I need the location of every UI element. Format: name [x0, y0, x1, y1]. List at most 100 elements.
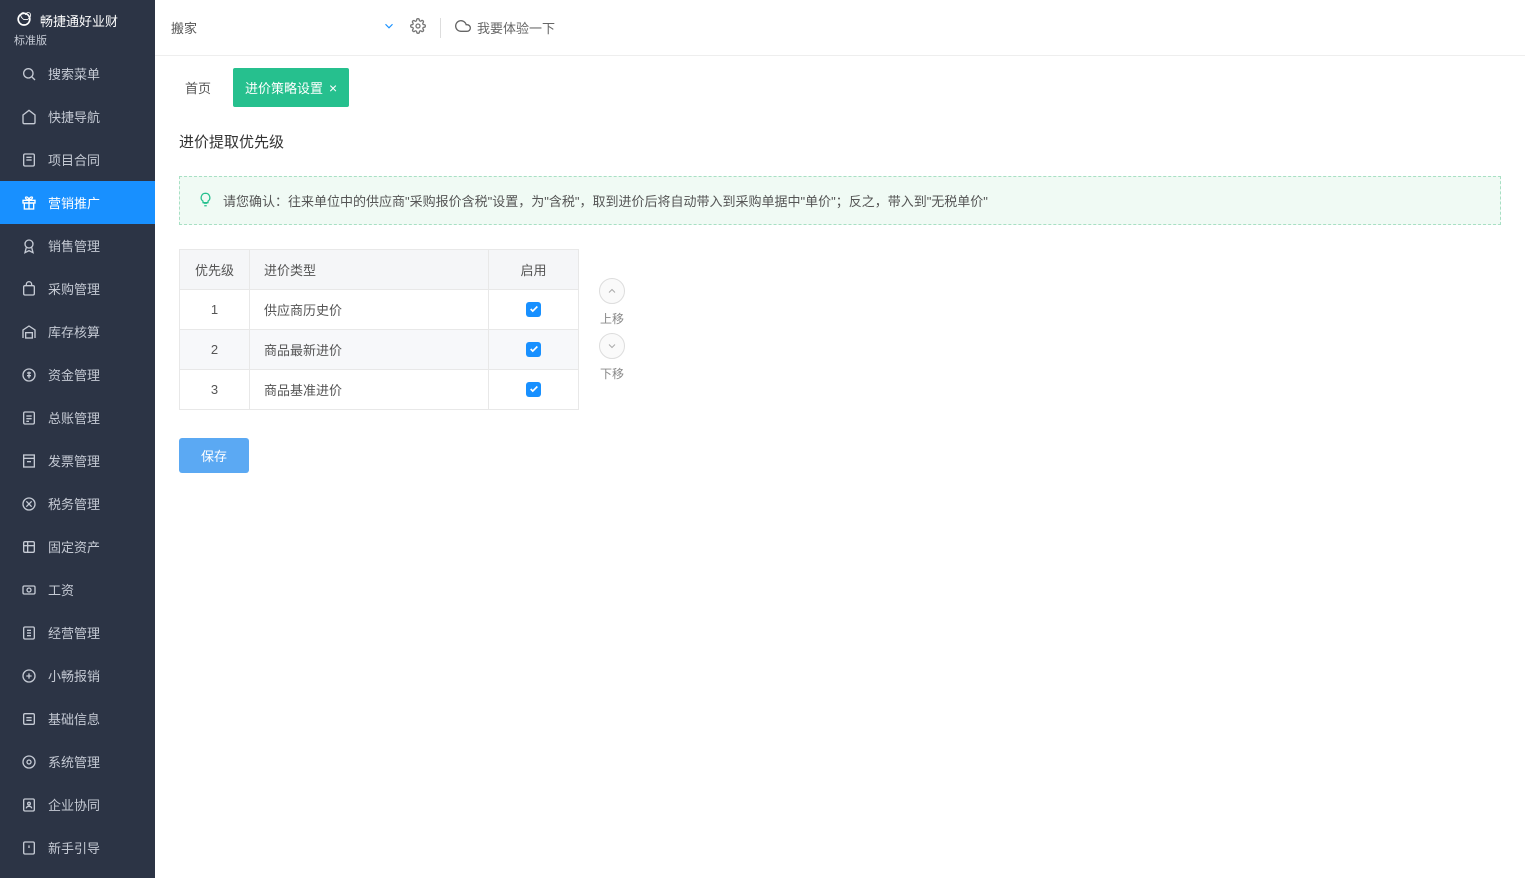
sidebar-item-label: 搜索菜单	[48, 64, 100, 83]
brand-logo-icon	[14, 10, 34, 30]
collab-icon	[20, 796, 38, 814]
sidebar-item-6[interactable]: 库存核算	[0, 310, 155, 353]
table-row[interactable]: 3商品基准进价	[180, 370, 579, 410]
sidebar-item-16[interactable]: 系统管理	[0, 740, 155, 783]
sidebar-item-10[interactable]: 税务管理	[0, 482, 155, 525]
cell-priority: 3	[180, 370, 250, 410]
sidebar-item-8[interactable]: 总账管理	[0, 396, 155, 439]
main-area: 搬家 我要体验一下 首页 进价策略设置 × 进价提取优先级	[155, 0, 1525, 878]
sidebar-item-label: 项目合同	[48, 150, 100, 169]
sidebar-item-label: 工资	[48, 580, 74, 599]
sidebar-item-label: 资金管理	[48, 365, 100, 384]
move-controls: 上移 下移	[599, 278, 625, 382]
sidebar-item-label: 营销推广	[48, 193, 100, 212]
cloud-icon	[455, 18, 471, 37]
tab-label: 进价策略设置	[245, 78, 323, 97]
sidebar-item-1[interactable]: 快捷导航	[0, 95, 155, 138]
asset-icon	[20, 538, 38, 556]
settings-icon[interactable]	[410, 18, 426, 37]
cell-type: 商品最新进价	[250, 330, 489, 370]
topbar: 搬家 我要体验一下	[155, 0, 1525, 56]
money-icon	[20, 366, 38, 384]
table-row[interactable]: 1供应商历史价	[180, 290, 579, 330]
sidebar-item-7[interactable]: 资金管理	[0, 353, 155, 396]
col-priority: 优先级	[180, 250, 250, 290]
experience-link[interactable]: 我要体验一下	[455, 18, 555, 37]
priority-table: 优先级 进价类型 启用 1供应商历史价2商品最新进价3商品基准进价	[179, 249, 579, 410]
sidebar-item-label: 快捷导航	[48, 107, 100, 126]
sidebar-item-5[interactable]: 采购管理	[0, 267, 155, 310]
sidebar-item-13[interactable]: 经营管理	[0, 611, 155, 654]
divider	[440, 18, 441, 38]
sidebar-item-15[interactable]: 基础信息	[0, 697, 155, 740]
checkbox[interactable]	[526, 302, 541, 317]
sidebar-item-0[interactable]: 搜索菜单	[0, 52, 155, 95]
cell-type: 商品基准进价	[250, 370, 489, 410]
chevron-down-icon	[382, 19, 396, 36]
system-icon	[20, 753, 38, 771]
move-up-label: 上移	[600, 310, 624, 327]
salary-icon	[20, 581, 38, 599]
sidebar-item-label: 固定资产	[48, 537, 100, 556]
org-selector[interactable]: 搬家	[171, 14, 396, 41]
sidebar-item-12[interactable]: 工资	[0, 568, 155, 611]
sidebar-menu: 搜索菜单快捷导航项目合同营销推广销售管理采购管理库存核算资金管理总账管理发票管理…	[0, 52, 155, 869]
save-button[interactable]: 保存	[179, 438, 249, 473]
brand-area: 畅捷通好业财 标准版	[0, 0, 155, 52]
notice-text: 请您确认：往来单位中的供应商"采购报价含税"设置，为"含税"，取到进价后将自动带…	[223, 191, 988, 210]
checkbox[interactable]	[526, 342, 541, 357]
sidebar-item-18[interactable]: 新手引导	[0, 826, 155, 869]
org-name: 搬家	[171, 18, 197, 37]
sidebar-item-2[interactable]: 项目合同	[0, 138, 155, 181]
tab-0[interactable]: 首页	[171, 68, 225, 107]
guide-icon	[20, 839, 38, 857]
search-icon	[20, 65, 38, 83]
cell-type: 供应商历史价	[250, 290, 489, 330]
table-row[interactable]: 2商品最新进价	[180, 330, 579, 370]
sidebar-item-14[interactable]: 小畅报销	[0, 654, 155, 697]
tax-icon	[20, 495, 38, 513]
sidebar-item-label: 企业协同	[48, 795, 100, 814]
expense-icon	[20, 667, 38, 685]
sidebar-item-label: 经营管理	[48, 623, 100, 642]
sidebar-item-4[interactable]: 销售管理	[0, 224, 155, 267]
tabs-bar: 首页 进价策略设置 ×	[155, 56, 1525, 107]
experience-label: 我要体验一下	[477, 18, 555, 37]
bag-icon	[20, 280, 38, 298]
tab-1[interactable]: 进价策略设置 ×	[233, 68, 349, 107]
sidebar-item-label: 基础信息	[48, 709, 100, 728]
sidebar-item-label: 税务管理	[48, 494, 100, 513]
ledger-icon	[20, 409, 38, 427]
close-icon[interactable]: ×	[329, 80, 337, 96]
sidebar-item-label: 发票管理	[48, 451, 100, 470]
info-icon	[20, 710, 38, 728]
sidebar-item-label: 系统管理	[48, 752, 100, 771]
sidebar-item-label: 销售管理	[48, 236, 100, 255]
page-title: 进价提取优先级	[179, 131, 1501, 152]
move-down-button[interactable]	[599, 333, 625, 359]
biz-icon	[20, 624, 38, 642]
badge-icon	[20, 237, 38, 255]
sidebar-item-label: 小畅报销	[48, 666, 100, 685]
document-icon	[20, 151, 38, 169]
cell-enabled	[489, 290, 579, 330]
sidebar-item-label: 新手引导	[48, 838, 100, 857]
warehouse-icon	[20, 323, 38, 341]
col-enabled: 启用	[489, 250, 579, 290]
cell-priority: 1	[180, 290, 250, 330]
sidebar-item-17[interactable]: 企业协同	[0, 783, 155, 826]
sidebar-item-label: 总账管理	[48, 408, 100, 427]
sidebar-item-9[interactable]: 发票管理	[0, 439, 155, 482]
sidebar-item-label: 采购管理	[48, 279, 100, 298]
sidebar-item-3[interactable]: 营销推广	[0, 181, 155, 224]
sidebar-item-11[interactable]: 固定资产	[0, 525, 155, 568]
page-content: 进价提取优先级 请您确认：往来单位中的供应商"采购报价含税"设置，为"含税"，取…	[155, 107, 1525, 497]
lightbulb-icon	[198, 192, 213, 210]
checkbox[interactable]	[526, 382, 541, 397]
cell-priority: 2	[180, 330, 250, 370]
col-type: 进价类型	[250, 250, 489, 290]
sidebar-item-label: 库存核算	[48, 322, 100, 341]
sidebar: 畅捷通好业财 标准版 搜索菜单快捷导航项目合同营销推广销售管理采购管理库存核算资…	[0, 0, 155, 878]
notice-banner: 请您确认：往来单位中的供应商"采购报价含税"设置，为"含税"，取到进价后将自动带…	[179, 176, 1501, 225]
move-up-button[interactable]	[599, 278, 625, 304]
